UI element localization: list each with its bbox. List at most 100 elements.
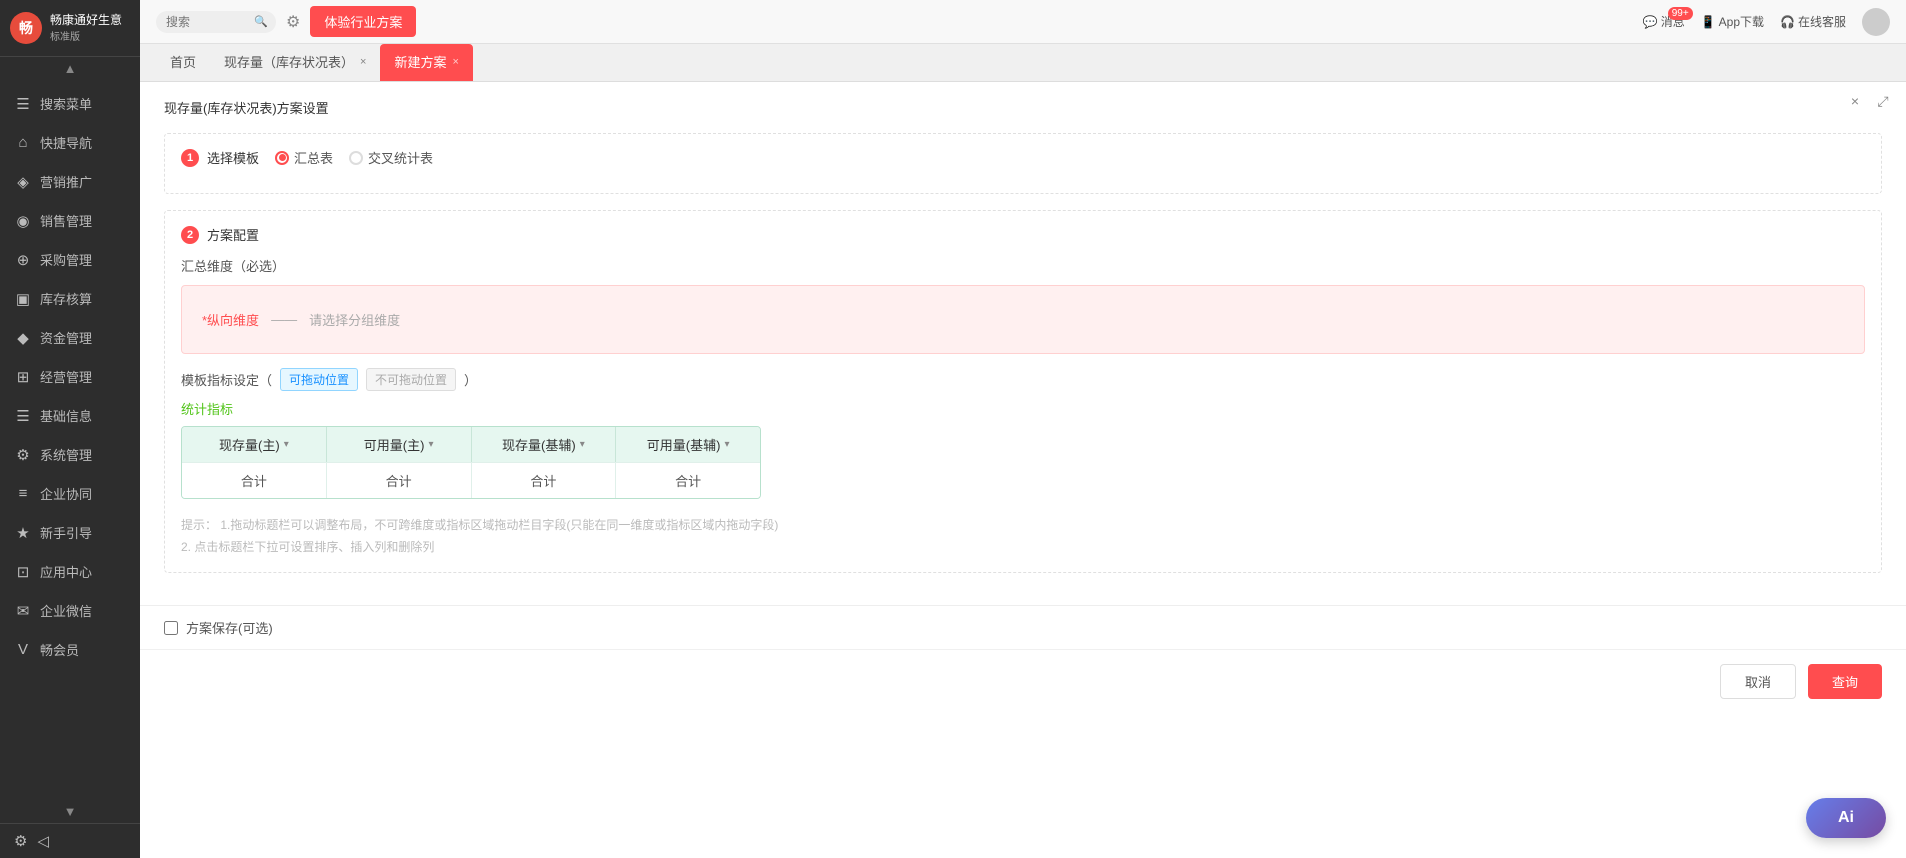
main-area: 🔍 ⚙ 体验行业方案 💬 消息 99+ 📱 App下载 🎧 在线客服 首 [140, 0, 1906, 858]
sidebar-bottom: ⚙ ◁ [0, 823, 140, 858]
col-data-1: 合计 [327, 463, 472, 498]
radio-summary-table[interactable]: 汇总表 [275, 148, 333, 167]
sidebar-item-label: 采购管理 [40, 250, 92, 269]
message-button[interactable]: 💬 消息 99+ [1643, 13, 1685, 30]
dim-dash: —— [271, 312, 297, 327]
radio-cross-circle [349, 151, 363, 165]
radio-summary-label: 汇总表 [294, 148, 333, 167]
user-avatar[interactable] [1862, 8, 1890, 36]
logo-icon: 畅 [10, 12, 42, 44]
col-header-2[interactable]: 现存量(基辅) ▾ [472, 427, 617, 462]
settings-icon[interactable]: ⚙ [14, 832, 27, 850]
col-label-3: 可用量(基辅) [647, 435, 721, 454]
stats-data-row: 合计 合计 合计 合计 [182, 462, 760, 498]
service-icon: 🎧 [1780, 15, 1795, 29]
col-chevron-3: ▾ [724, 439, 729, 450]
message-badge: 99+ [1668, 7, 1693, 20]
ai-label: Ai [1838, 809, 1854, 827]
sales-icon: ◉ [14, 212, 32, 230]
step1-section: 1 选择模板 汇总表 交叉统计表 [164, 133, 1882, 194]
sidebar-item-newuser[interactable]: ★ 新手引导 [0, 513, 140, 552]
dimension-area[interactable]: *纵向维度 —— 请选择分组维度 [181, 285, 1865, 354]
sidebar-item-label: 企业微信 [40, 601, 92, 620]
tip-1: 提示： 1.拖动标题栏可以调整布局，不可跨维度或指标区域拖动栏目字段(只能在同一… [181, 515, 1865, 537]
content-inner: 现存量(库存状况表)方案设置 1 选择模板 汇总表 [140, 82, 1906, 605]
sidebar-item-label: 畅会员 [40, 640, 79, 659]
message-icon: 💬 [1643, 15, 1658, 29]
tab-home[interactable]: 首页 [156, 44, 210, 81]
radio-cross-label: 交叉统计表 [368, 148, 433, 167]
stats-title: 统计指标 [181, 399, 1865, 418]
footer-buttons: 取消 查询 [140, 649, 1906, 713]
sidebar-item-inventory[interactable]: ▣ 库存核算 [0, 279, 140, 318]
col-chevron-1: ▾ [428, 439, 433, 450]
online-service-button[interactable]: 🎧 在线客服 [1780, 13, 1846, 30]
radio-summary-circle [275, 151, 289, 165]
sidebar-item-label: 基础信息 [40, 406, 92, 425]
sidebar-item-label: 营销推广 [40, 172, 92, 191]
tab-new-scheme[interactable]: 新建方案 × [380, 44, 472, 81]
membership-icon: V [14, 641, 32, 658]
step1-title: 选择模板 [207, 148, 259, 167]
sidebar-item-marketing[interactable]: ◈ 营销推广 [0, 162, 140, 201]
content-expand-button[interactable]: ⤢ [1872, 90, 1894, 112]
topbar-right: 💬 消息 99+ 📱 App下载 🎧 在线客服 [1643, 8, 1890, 36]
save-checkbox[interactable] [164, 621, 178, 635]
ai-float-button[interactable]: Ai [1806, 798, 1886, 838]
content-area: × ⤢ 现存量(库存状况表)方案设置 1 选择模板 汇总表 [140, 82, 1906, 858]
cancel-button[interactable]: 取消 [1720, 664, 1796, 699]
tip-2: 2. 点击标题栏下拉可设置排序、插入列和删除列 [181, 537, 1865, 559]
col-header-0[interactable]: 现存量(主) ▾ [182, 427, 327, 462]
tab-inventory-close[interactable]: × [360, 56, 366, 68]
template-radio-group: 汇总表 交叉统计表 [275, 148, 433, 167]
draggable-tag: 可拖动位置 [280, 368, 358, 391]
finance-icon: ◆ [14, 329, 32, 347]
sidebar-item-sales[interactable]: ◉ 销售管理 [0, 201, 140, 240]
sidebar-item-management[interactable]: ⊞ 经营管理 [0, 357, 140, 396]
app-download-button[interactable]: 📱 App下载 [1701, 13, 1764, 30]
tips-area: 提示： 1.拖动标题栏可以调整布局，不可跨维度或指标区域拖动栏目字段(只能在同一… [181, 515, 1865, 558]
management-icon: ⊞ [14, 368, 32, 386]
sidebar-item-system[interactable]: ⚙ 系统管理 [0, 435, 140, 474]
volume-icon[interactable]: ◁ [37, 832, 49, 850]
scroll-down[interactable]: ▼ [0, 800, 140, 823]
search-wrap: 🔍 [156, 11, 276, 33]
col-label-2: 现存量(基辅) [502, 435, 576, 454]
col-header-3[interactable]: 可用量(基辅) ▾ [616, 427, 760, 462]
tab-inventory[interactable]: 现存量（库存状况表） × [210, 44, 380, 81]
sidebar-nav: ☰ 搜索菜单 ⌂ 快捷导航 ◈ 营销推广 ◉ 销售管理 ⊕ 采购管理 ▣ 库存核… [0, 80, 140, 800]
sidebar-item-quicknav[interactable]: ⌂ 快捷导航 [0, 123, 140, 162]
non-draggable-tag: 不可拖动位置 [366, 368, 456, 391]
marketing-icon: ◈ [14, 173, 32, 191]
coop-icon: ≡ [14, 485, 32, 502]
step2-header: 2 方案配置 [181, 225, 1865, 244]
trial-industry-button[interactable]: 体验行业方案 [310, 6, 416, 37]
sidebar-item-label: 快捷导航 [40, 133, 92, 152]
settings-gear-icon[interactable]: ⚙ [286, 12, 300, 32]
sidebar-item-purchase[interactable]: ⊕ 采购管理 [0, 240, 140, 279]
sidebar-item-search[interactable]: ☰ 搜索菜单 [0, 84, 140, 123]
sidebar-item-wechat[interactable]: ✉ 企业微信 [0, 591, 140, 630]
radio-cross-table[interactable]: 交叉统计表 [349, 148, 433, 167]
col-header-1[interactable]: 可用量(主) ▾ [327, 427, 472, 462]
sidebar-item-appcenter[interactable]: ⊡ 应用中心 [0, 552, 140, 591]
query-button[interactable]: 查询 [1808, 664, 1882, 699]
template-label-text: 模板指标设定（ [181, 370, 272, 389]
dim-placeholder: 请选择分组维度 [309, 310, 400, 329]
sidebar-item-finance[interactable]: ◆ 资金管理 [0, 318, 140, 357]
home-icon: ⌂ [14, 134, 32, 151]
radio-summary-inner [279, 154, 286, 161]
newuser-icon: ★ [14, 524, 32, 542]
scroll-up[interactable]: ▲ [0, 57, 140, 80]
sidebar-item-cooperation[interactable]: ≡ 企业协同 [0, 474, 140, 513]
tab-new-scheme-close[interactable]: × [452, 56, 458, 68]
sidebar-item-label: 新手引导 [40, 523, 92, 542]
app-logo: 畅 畅康通好生意 标准版 [0, 0, 140, 57]
app-icon: 📱 [1701, 15, 1716, 29]
sidebar-item-basic-info[interactable]: ☰ 基础信息 [0, 396, 140, 435]
content-close-button[interactable]: × [1844, 90, 1866, 112]
vertical-dim-label: *纵向维度 [202, 310, 259, 329]
search-menu-icon: ☰ [14, 95, 32, 113]
step2-title: 方案配置 [207, 225, 259, 244]
sidebar-item-membership[interactable]: V 畅会员 [0, 630, 140, 669]
